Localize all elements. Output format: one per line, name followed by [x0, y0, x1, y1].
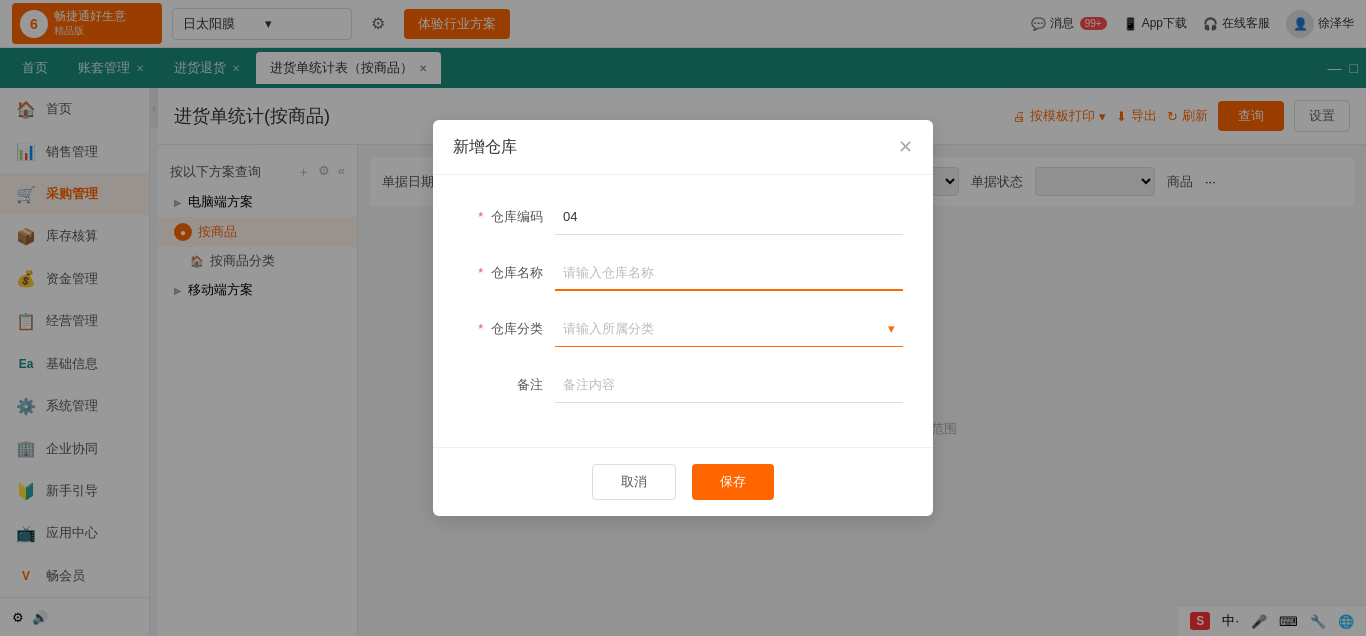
- modal-overlay[interactable]: 新增仓库 ✕ * 仓库编码 * 仓库名称: [0, 0, 1366, 636]
- cancel-button[interactable]: 取消: [592, 464, 676, 500]
- notes-input[interactable]: [555, 367, 903, 403]
- notes-label: 备注: [463, 376, 543, 394]
- form-row-name: * 仓库名称: [463, 255, 903, 291]
- form-row-code: * 仓库编码: [463, 199, 903, 235]
- modal-header: 新增仓库 ✕: [433, 120, 933, 175]
- code-label: * 仓库编码: [463, 208, 543, 226]
- save-button[interactable]: 保存: [692, 464, 774, 500]
- form-row-category: * 仓库分类 请输入所属分类 ▾: [463, 311, 903, 347]
- modal-footer: 取消 保存: [433, 447, 933, 516]
- name-label: * 仓库名称: [463, 264, 543, 282]
- category-placeholder: 请输入所属分类: [563, 320, 654, 338]
- warehouse-modal: 新增仓库 ✕ * 仓库编码 * 仓库名称: [433, 120, 933, 516]
- modal-body: * 仓库编码 * 仓库名称 * 仓库分类 请输入所属: [433, 175, 933, 447]
- form-row-notes: 备注: [463, 367, 903, 403]
- category-select[interactable]: 请输入所属分类 ▾: [555, 311, 903, 347]
- name-input[interactable]: [555, 255, 903, 291]
- modal-title: 新增仓库: [453, 137, 517, 158]
- close-icon[interactable]: ✕: [898, 136, 913, 158]
- category-label: * 仓库分类: [463, 320, 543, 338]
- code-input[interactable]: [555, 199, 903, 235]
- chevron-down-icon: ▾: [888, 321, 895, 336]
